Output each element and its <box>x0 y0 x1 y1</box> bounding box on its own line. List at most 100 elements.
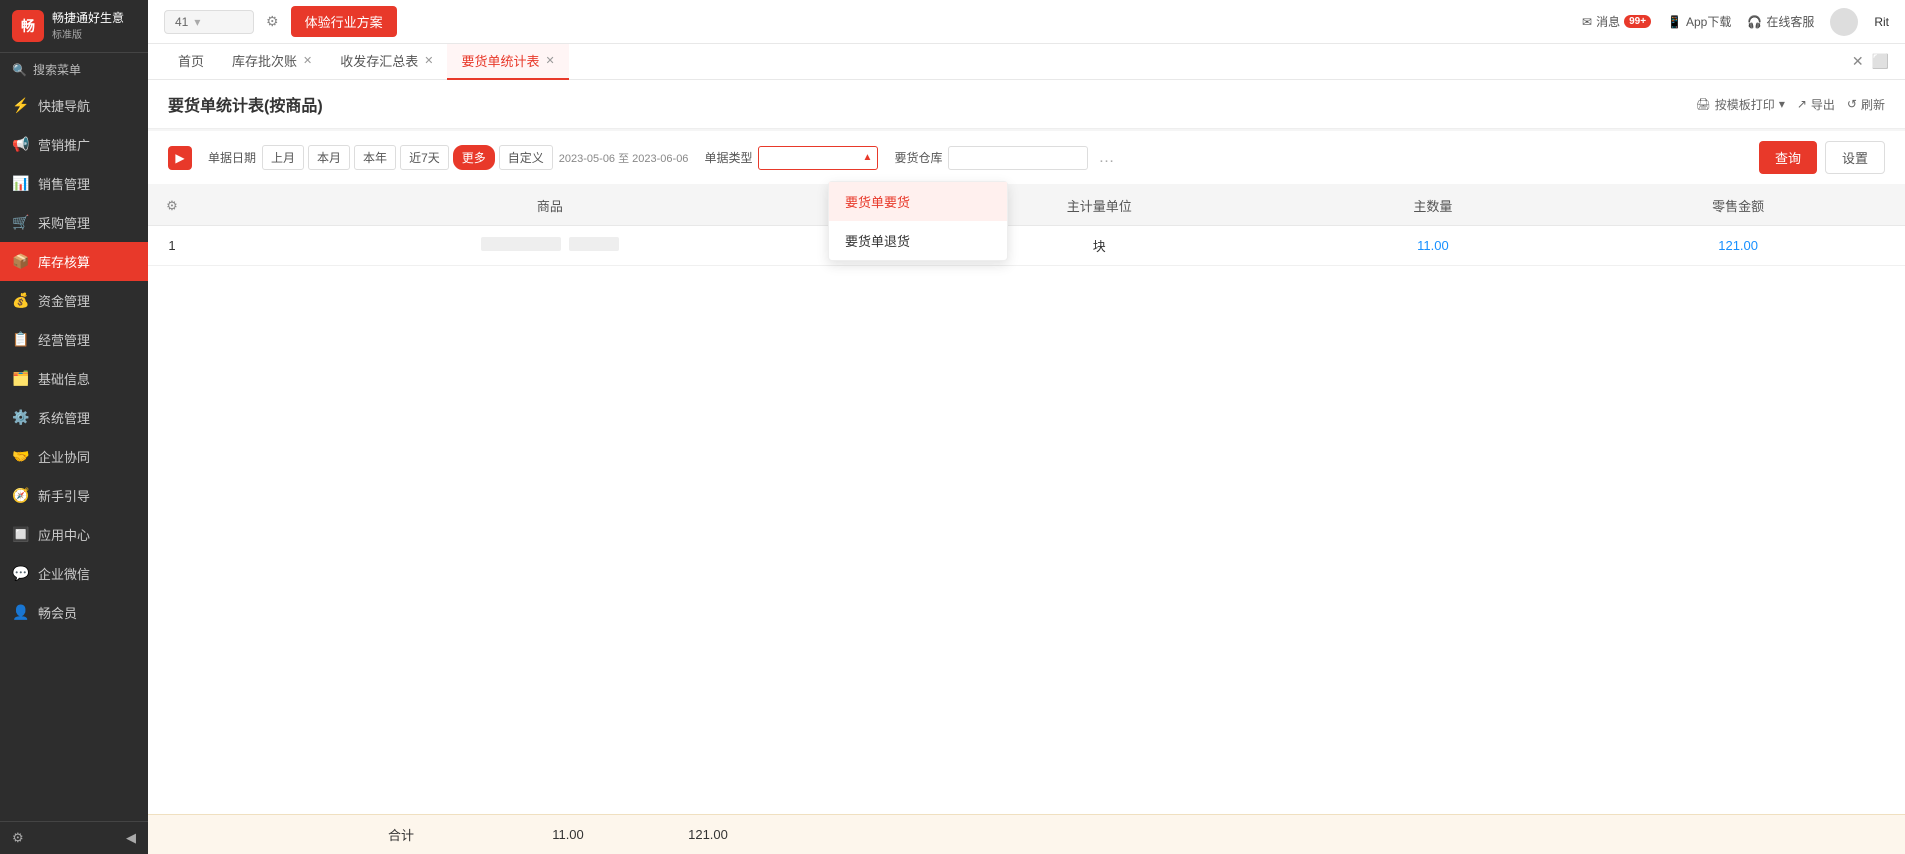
data-table: ⚙ 商品 主计量单位 主数量 零售金额 1 块 11.00 121.00 <box>148 186 1905 266</box>
page-title: 要货单统计表(按商品) <box>168 92 323 116</box>
more-filter-icon[interactable]: … <box>1098 149 1114 167</box>
type-dropdown: 要货单要货 要货单退货 <box>828 181 1008 261</box>
user-name: Rit <box>1874 15 1889 29</box>
nav-icon-member: 👤 <box>12 604 30 621</box>
tabs-bar: 首页库存批次账 ✕收发存汇总表 ✕要货单统计表 ✕ ✕ ⬜ <box>148 44 1905 80</box>
date-presets: 上月 本月 本年 近7天 更多 自定义 <box>262 145 553 170</box>
table-container: ⚙ 商品 主计量单位 主数量 零售金额 1 块 11.00 121.00 <box>148 186 1905 814</box>
dropdown-item-order[interactable]: 要货单要货 <box>829 182 1007 221</box>
sidebar-item-member[interactable]: 👤畅会员 <box>0 593 148 632</box>
tab-close-summary[interactable]: ✕ <box>424 54 433 67</box>
company-id-selector[interactable]: 41 ▾ <box>164 10 254 34</box>
sidebar-item-inventory[interactable]: 📦库存核算 <box>0 242 148 281</box>
sidebar-item-purchase[interactable]: 🛒采购管理 <box>0 203 148 242</box>
table-settings-icon[interactable]: ⚙ <box>148 186 196 226</box>
tab-batch-account[interactable]: 库存批次账 ✕ <box>218 44 326 80</box>
last-7-days-btn[interactable]: 近7天 <box>400 145 449 170</box>
sidebar-item-operation[interactable]: 📋经营管理 <box>0 320 148 359</box>
cell-amount-0: 121.00 <box>1571 226 1905 266</box>
phone-icon: 📱 <box>1667 15 1682 29</box>
filter-bar: ▶ 单据日期 上月 本月 本年 近7天 更多 自定义 2023-05-06 至 … <box>148 131 1905 184</box>
sidebar-item-quick-nav[interactable]: ⚡快捷导航 <box>0 86 148 125</box>
page-actions: 🖨 按模板打印 ▾ ↗ 导出 ↺ 刷新 <box>1696 96 1885 113</box>
tab-close-batch-account[interactable]: ✕ <box>303 54 312 67</box>
tab-close-order-stat[interactable]: ✕ <box>546 54 555 67</box>
last-month-btn[interactable]: 上月 <box>262 145 304 170</box>
custom-date-btn[interactable]: 自定义 <box>499 145 553 170</box>
page-header: 要货单统计表(按商品) 🖨 按模板打印 ▾ ↗ 导出 ↺ 刷新 <box>148 80 1905 129</box>
search-menu[interactable]: 🔍 搜索菜单 <box>0 53 148 86</box>
company-id-number: 41 <box>175 15 188 29</box>
sidebar-item-sales[interactable]: 📊销售管理 <box>0 164 148 203</box>
user-avatar[interactable] <box>1830 8 1858 36</box>
expand-tabs-icon[interactable]: ⬜ <box>1872 53 1889 70</box>
nav-icon-operation: 📋 <box>12 331 30 348</box>
nav-icon-purchase: 🛒 <box>12 214 30 231</box>
tab-summary[interactable]: 收发存汇总表 ✕ <box>326 44 447 80</box>
sidebar-item-marketing[interactable]: 📢营销推广 <box>0 125 148 164</box>
main-area: 41 ▾ ⚙ 体验行业方案 ✉ 消息 99+ 📱 App下载 🎧 在线客服 Ri… <box>148 0 1905 854</box>
nav-icon-system: ⚙️ <box>12 409 30 426</box>
close-all-tabs-icon[interactable]: ✕ <box>1852 53 1864 70</box>
sidebar-item-finance[interactable]: 💰资金管理 <box>0 281 148 320</box>
chevron-down-icon: ▾ <box>194 15 200 29</box>
tab-label-home: 首页 <box>178 51 204 70</box>
bottom-icons: ⚙ <box>12 830 24 846</box>
nav-icon-guide: 🧭 <box>12 487 30 504</box>
content-area: 要货单统计表(按商品) 🖨 按模板打印 ▾ ↗ 导出 ↺ 刷新 ▶ <box>148 80 1905 854</box>
footer-amount: 121.00 <box>648 827 768 842</box>
sidebar-item-enterprise[interactable]: 🤝企业协同 <box>0 437 148 476</box>
sidebar-item-guide[interactable]: 🧭新手引导 <box>0 476 148 515</box>
nav-icon-wechat: 💬 <box>12 565 30 582</box>
sidebar-logo: 畅 畅捷通好生意 标准版 <box>0 0 148 53</box>
footer-qty: 11.00 <box>488 827 648 842</box>
date-filter-group: 单据日期 上月 本月 本年 近7天 更多 自定义 2023-05-06 至 20… <box>208 145 688 170</box>
nav-icon-appcenter: 🔲 <box>12 526 30 543</box>
cell-product-0 <box>196 226 904 266</box>
col-header-qty: 主数量 <box>1295 186 1572 226</box>
type-label: 单据类型 <box>704 149 752 166</box>
logo-text: 畅捷通好生意 标准版 <box>52 11 124 42</box>
search-icon: 🔍 <box>12 63 27 77</box>
more-presets-btn[interactable]: 更多 <box>453 145 495 170</box>
type-select[interactable] <box>758 146 878 170</box>
col-header-amount: 零售金额 <box>1571 186 1905 226</box>
sidebar-item-system[interactable]: ⚙️系统管理 <box>0 398 148 437</box>
sidebar-item-basic[interactable]: 🗂️基础信息 <box>0 359 148 398</box>
nav-icon-basic: 🗂️ <box>12 370 30 387</box>
settings-button[interactable]: 设置 <box>1825 141 1885 174</box>
trial-button[interactable]: 体验行业方案 <box>291 6 397 37</box>
tab-home[interactable]: 首页 <box>164 44 218 80</box>
filter-actions: 查询 设置 <box>1759 141 1885 174</box>
this-month-btn[interactable]: 本月 <box>308 145 350 170</box>
settings-icon[interactable]: ⚙ <box>12 830 24 846</box>
messages-button[interactable]: ✉ 消息 99+ <box>1582 13 1651 30</box>
export-button[interactable]: ↗ 导出 <box>1797 96 1835 113</box>
warehouse-select[interactable] <box>948 146 1088 170</box>
sidebar-item-wechat[interactable]: 💬企业微信 <box>0 554 148 593</box>
sidebar-bottom: ⚙ ◀ <box>0 821 148 854</box>
online-service-button[interactable]: 🎧 在线客服 <box>1747 13 1814 30</box>
printer-icon: 🖨 <box>1696 97 1711 111</box>
print-template-button[interactable]: 🖨 按模板打印 ▾ <box>1696 96 1785 113</box>
footer-total-label: 合计 <box>388 825 488 844</box>
query-button[interactable]: 查询 <box>1759 141 1817 174</box>
collapse-sidebar-icon[interactable]: ◀ <box>126 830 136 846</box>
col-header-product: 商品 <box>196 186 904 226</box>
this-year-btn[interactable]: 本年 <box>354 145 396 170</box>
sidebar-item-appcenter[interactable]: 🔲应用中心 <box>0 515 148 554</box>
app-download-button[interactable]: 📱 App下载 <box>1667 13 1731 30</box>
refresh-button[interactable]: ↺ 刷新 <box>1847 96 1885 113</box>
tab-order-stat[interactable]: 要货单统计表 ✕ <box>447 44 568 80</box>
nav-icon-inventory: 📦 <box>12 253 30 270</box>
date-label: 单据日期 <box>208 149 256 166</box>
product-name-0 <box>569 237 619 251</box>
topbar-right: ✉ 消息 99+ 📱 App下载 🎧 在线客服 Rit <box>1582 8 1889 36</box>
dropdown-item-return[interactable]: 要货单退货 <box>829 221 1007 260</box>
nav-icon-marketing: 📢 <box>12 136 30 153</box>
tab-label-summary: 收发存汇总表 <box>340 51 418 70</box>
export-icon: ↗ <box>1797 97 1807 111</box>
chevron-down-icon: ▾ <box>1779 97 1785 111</box>
filter-expand-button[interactable]: ▶ <box>168 146 192 170</box>
gear-icon[interactable]: ⚙ <box>266 13 279 30</box>
